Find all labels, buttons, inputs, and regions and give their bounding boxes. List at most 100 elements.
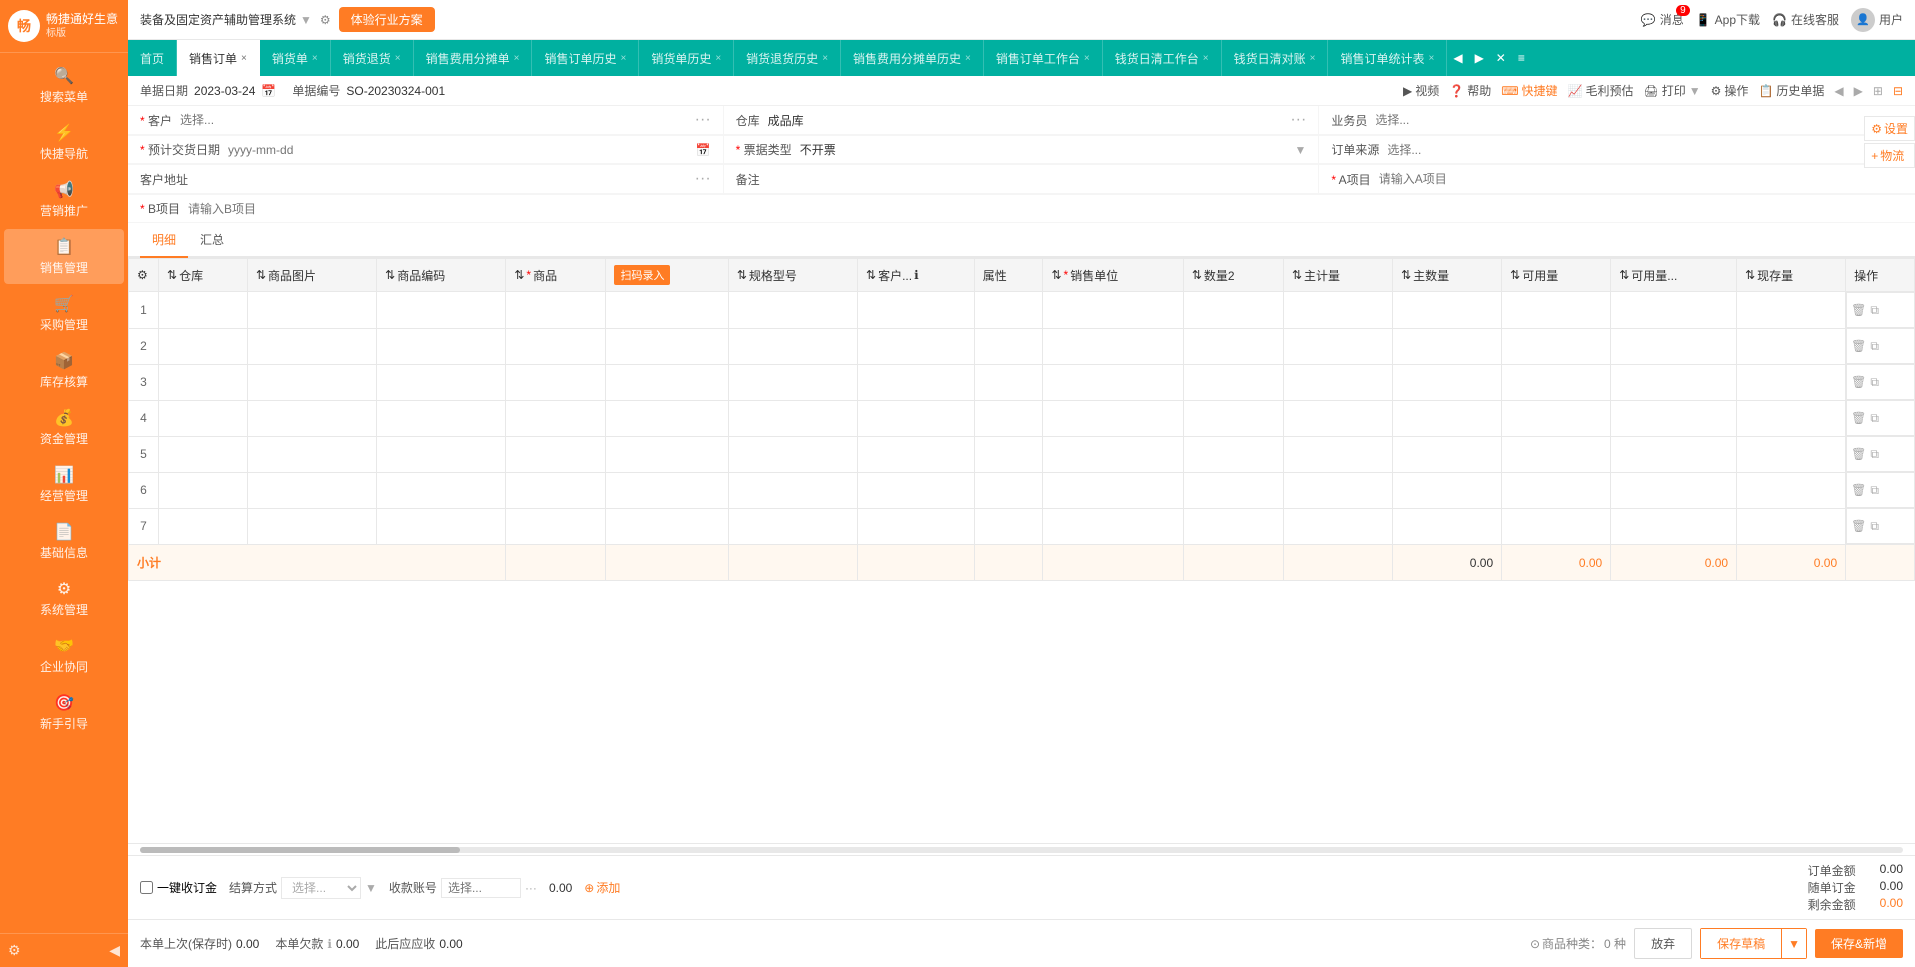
delivery-input[interactable] [228,143,688,157]
warehouse-more-icon[interactable]: ··· [1290,111,1306,129]
tab-close-6[interactable]: × [715,53,721,64]
tab-close-9[interactable]: × [1084,53,1090,64]
cell-7-10[interactable] [1283,508,1392,545]
history-btn[interactable]: 📋 历史单据 [1758,82,1824,99]
cell-3-11[interactable] [1393,364,1502,400]
cell-3-3[interactable] [506,364,606,400]
cell-1-5[interactable] [728,292,857,329]
date-value[interactable]: 2023-03-24 [194,84,255,98]
cell-2-9[interactable] [1183,328,1283,364]
cell-7-0[interactable] [159,508,248,545]
cell-5-14[interactable] [1737,436,1846,472]
list-view-btn[interactable]: ⊟ [1893,84,1903,98]
a-project-input[interactable] [1379,172,1903,186]
cell-6-7[interactable] [974,472,1043,508]
cell-7-12[interactable] [1502,508,1611,545]
tab-menu-btn[interactable]: ≡ [1512,40,1531,76]
cell-7-6[interactable] [858,508,975,545]
cell-6-3[interactable] [506,472,606,508]
th-stock[interactable]: ⇅ 现存量 [1737,259,1846,292]
tab-close-7[interactable]: × [822,53,828,64]
cell-5-7[interactable] [974,436,1043,472]
tab-8[interactable]: 销售费用分摊单历史× [841,40,984,76]
table-scrollbar[interactable] [128,843,1915,855]
tab-prev-btn[interactable]: ◀ [1447,40,1468,76]
th-customer-code[interactable]: ⇅ 客户... ℹ [858,259,975,292]
tab-close-8[interactable]: × [965,53,971,64]
cell-4-4[interactable] [606,400,728,436]
cell-7-2[interactable] [377,508,506,545]
tab-detail[interactable]: 明细 [140,223,188,258]
scan-btn[interactable]: 扫码录入 [614,265,670,285]
customer-more-icon[interactable]: ··· [695,111,711,129]
cell-3-10[interactable] [1283,364,1392,400]
cell-1-12[interactable] [1502,292,1611,329]
order-source-input[interactable] [1387,143,1883,157]
copy-icon-7[interactable]: ⧉ [1870,519,1879,534]
grid-view-btn[interactable]: ⊞ [1873,84,1883,98]
cell-5-0[interactable] [159,436,248,472]
cell-6-12[interactable] [1502,472,1611,508]
account-more-icon[interactable]: ··· [525,881,537,895]
cell-7-14[interactable] [1737,508,1846,545]
cell-5-12[interactable] [1502,436,1611,472]
cell-3-2[interactable] [377,364,506,400]
th-qty2[interactable]: ⇅ 数量2 [1183,259,1283,292]
solution-button[interactable]: 体验行业方案 [339,7,435,32]
cell-6-4[interactable] [606,472,728,508]
app-download[interactable]: 📱 App下载 [1696,11,1760,28]
cell-2-7[interactable] [974,328,1043,364]
cell-1-6[interactable] [858,292,975,329]
customer-input[interactable] [180,113,687,127]
tab-2[interactable]: 销货单× [260,40,331,76]
sidebar-item-资金管理[interactable]: 💰资金管理 [4,400,124,455]
save-draft-btn[interactable]: 保存草稿 [1701,929,1782,958]
th-scan[interactable]: 扫码录入 [606,259,728,292]
cell-7-8[interactable] [1043,508,1183,545]
delete-icon-7[interactable]: 🗑 [1851,519,1866,533]
cell-4-10[interactable] [1283,400,1392,436]
th-attribute[interactable]: 属性 [974,259,1043,292]
cell-7-9[interactable] [1183,508,1283,545]
copy-icon-1[interactable]: ⧉ [1870,303,1879,318]
cell-3-5[interactable] [728,364,857,400]
sidebar-item-销售管理[interactable]: 📋销售管理 [4,229,124,284]
sidebar-item-快捷导航[interactable]: ⚡快捷导航 [4,115,124,170]
shortcut-btn[interactable]: ⌨ 快捷键 [1501,82,1557,99]
tab-1[interactable]: 销售订单× [177,40,260,76]
copy-icon-6[interactable]: ⧉ [1870,483,1879,498]
cell-3-4[interactable] [606,364,728,400]
staff-input[interactable] [1375,113,1879,127]
th-available2[interactable]: ⇅ 可用量... [1611,259,1737,292]
tab-close-btn[interactable]: ✕ [1490,40,1512,76]
cell-1-10[interactable] [1283,292,1392,329]
cell-2-12[interactable] [1502,328,1611,364]
cell-6-2[interactable] [377,472,506,508]
tab-11[interactable]: 钱货日清对账× [1222,40,1329,76]
save-draft-dropdown[interactable]: ▼ [1782,929,1806,958]
sidebar-item-采购管理[interactable]: 🛒采购管理 [4,286,124,341]
cell-6-6[interactable] [858,472,975,508]
copy-icon-2[interactable]: ⧉ [1870,339,1879,354]
cell-3-14[interactable] [1737,364,1846,400]
cell-1-4[interactable] [606,292,728,329]
cell-3-8[interactable] [1043,364,1183,400]
sidebar-item-库存核算[interactable]: 📦库存核算 [4,343,124,398]
delete-icon-5[interactable]: 🗑 [1851,447,1866,461]
settings-icon[interactable]: ⚙ [8,942,21,959]
cell-1-14[interactable] [1737,292,1846,329]
delete-icon-2[interactable]: 🗑 [1851,339,1866,353]
copy-icon-5[interactable]: ⧉ [1870,447,1879,462]
th-spec[interactable]: ⇅ 规格型号 [728,259,857,292]
cell-2-6[interactable] [858,328,975,364]
cell-1-2[interactable] [377,292,506,329]
cell-1-3[interactable] [506,292,606,329]
delete-icon-1[interactable]: 🗑 [1851,303,1866,317]
cell-7-13[interactable] [1611,508,1737,545]
message-badge[interactable]: 💬 消息 9 [1641,11,1684,28]
delete-icon-4[interactable]: 🗑 [1851,411,1866,425]
cell-2-4[interactable] [606,328,728,364]
copy-icon-4[interactable]: ⧉ [1870,411,1879,426]
cell-2-13[interactable] [1611,328,1737,364]
th-product[interactable]: ⇅ *商品 [506,259,606,292]
